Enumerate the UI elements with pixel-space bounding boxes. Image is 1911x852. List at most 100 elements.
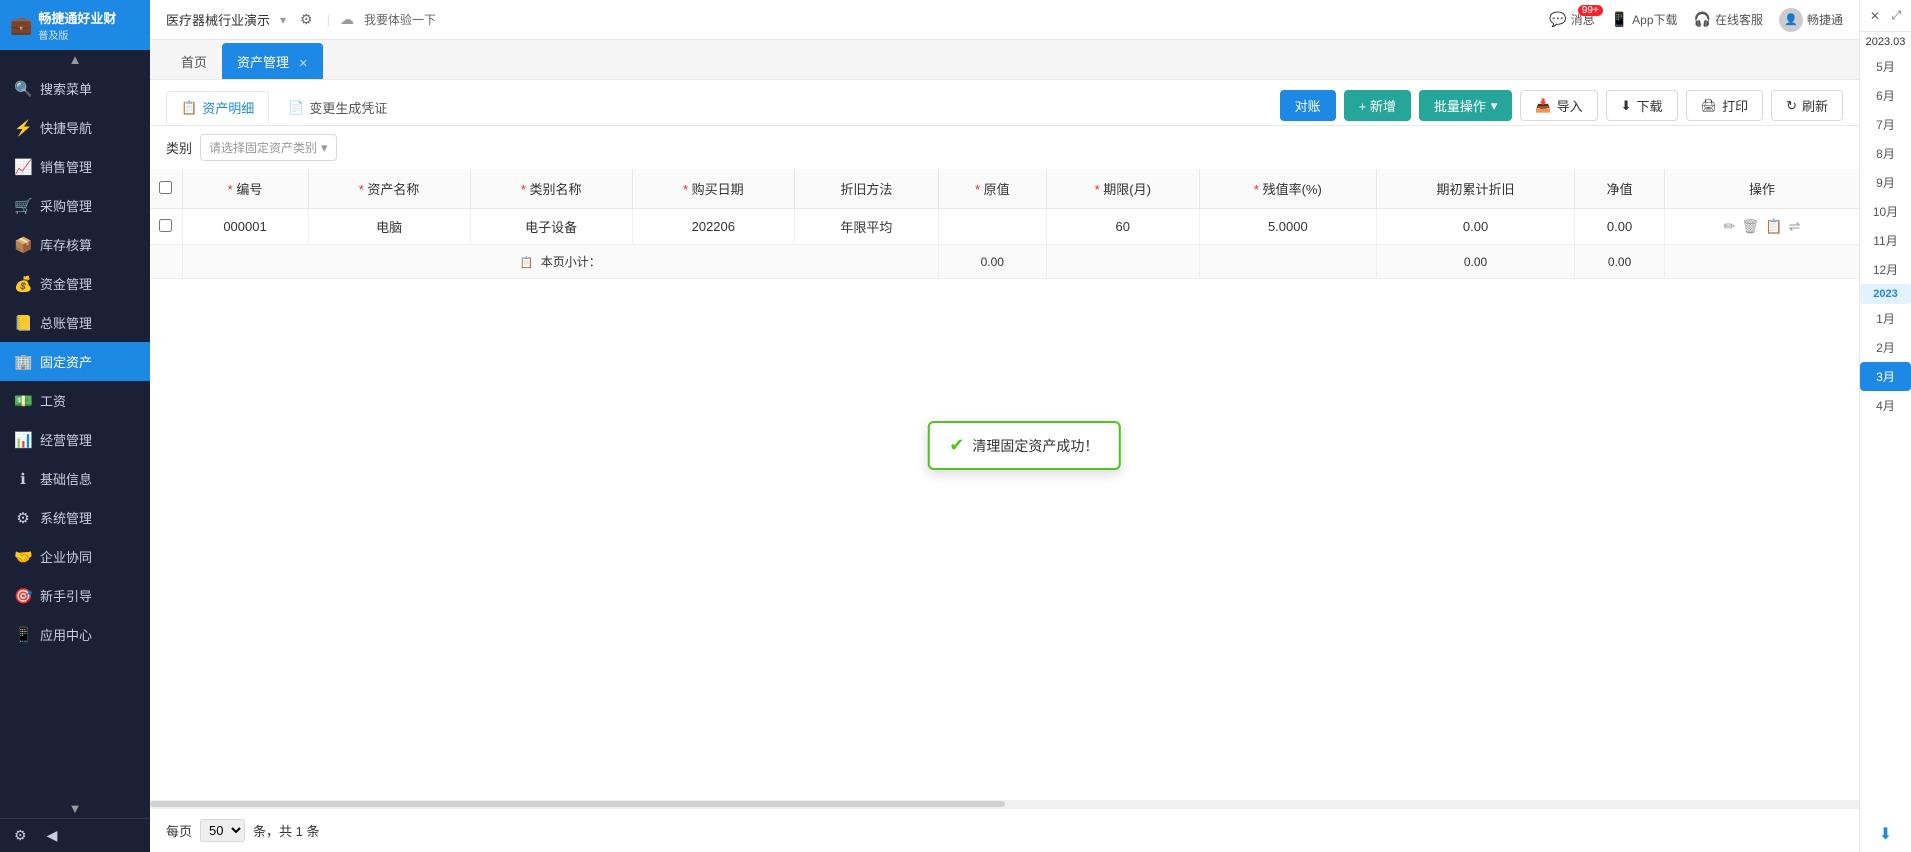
table-row: 000001 电脑 电子设备 202206 年限平均 60 5.0000 0.0…	[150, 209, 1859, 245]
app-download-label: App下载	[1632, 11, 1677, 28]
subtotal-row: 📋 本页小计： 0.00 0.00 0.00	[150, 245, 1859, 279]
sidebar-item-basic-info[interactable]: ℹ 基础信息	[0, 459, 150, 498]
app-download-icon: 📱	[1611, 11, 1628, 28]
row-checkbox[interactable]	[159, 219, 172, 232]
row-residual-rate: 5.0000	[1199, 209, 1376, 245]
sidebar-item-sales[interactable]: 📈 销售管理	[0, 147, 150, 186]
row-net-value: 0.00	[1575, 209, 1665, 245]
settings-icon[interactable]: ⚙	[14, 827, 27, 844]
collapse-sidebar-icon[interactable]: ◀	[47, 827, 58, 844]
month-10[interactable]: 10月	[1860, 197, 1911, 226]
topbar-gear-icon[interactable]: ⚙	[300, 11, 313, 28]
quick-nav-icon: ⚡	[14, 119, 32, 137]
subtotal-label: 本页小计：	[541, 255, 601, 269]
sidebar-item-label: 快捷导航	[40, 118, 92, 137]
online-service-button[interactable]: 🎧 在线客服	[1694, 11, 1763, 28]
subtab-change-voucher[interactable]: 📄 变更生成凭证	[273, 91, 402, 124]
sidebar-scroll-down[interactable]: ▼	[69, 801, 82, 816]
category-filter-select[interactable]: 请选择固定资产类别 ▾	[200, 134, 337, 161]
select-all-checkbox[interactable]	[159, 181, 172, 194]
right-panel-close-icon[interactable]: ✕	[1870, 9, 1880, 23]
sidebar-scroll-up[interactable]: ▲	[69, 52, 82, 67]
month-9[interactable]: 9月	[1860, 168, 1911, 197]
topbar-dropdown-arrow[interactable]: ▾	[280, 13, 286, 27]
batch-ops-button[interactable]: 批量操作 ▾	[1419, 90, 1513, 121]
refresh-button[interactable]: ↻ 刷新	[1771, 90, 1843, 121]
guide-icon: 🎯	[14, 587, 32, 605]
scroll-thumb[interactable]	[150, 801, 1005, 807]
month-5[interactable]: 5月	[1860, 52, 1911, 81]
month-7[interactable]: 7月	[1860, 110, 1911, 139]
sidebar-item-guide[interactable]: 🎯 新手引导	[0, 576, 150, 615]
per-page-select[interactable]: 50	[200, 819, 245, 842]
sidebar-item-quick-nav[interactable]: ⚡ 快捷导航	[0, 108, 150, 147]
subtotal-original-value: 0.00	[938, 245, 1046, 279]
more-icon[interactable]: ⇌	[1789, 218, 1801, 235]
username: 畅捷通	[1807, 11, 1843, 28]
reconcile-button[interactable]: 对账	[1280, 90, 1336, 121]
sidebar-item-inventory[interactable]: 📦 库存核算	[0, 225, 150, 264]
right-panel-expand-icon[interactable]: ⤢	[1892, 8, 1902, 23]
month-8[interactable]: 8月	[1860, 139, 1911, 168]
sidebar-item-operations[interactable]: 📊 经营管理	[0, 420, 150, 459]
success-toast: ✔ 清理固定资产成功！	[927, 421, 1120, 470]
toast-check-icon: ✔	[949, 435, 964, 456]
sidebar-item-system[interactable]: ⚙ 系统管理	[0, 498, 150, 537]
sidebar-item-finance[interactable]: 💰 资金管理	[0, 264, 150, 303]
import-button[interactable]: 📥 导入	[1520, 90, 1597, 121]
sidebar-item-search[interactable]: 🔍 搜索菜单	[0, 69, 150, 108]
sidebar-item-fixed-assets[interactable]: 🏢 固定资产	[0, 342, 150, 381]
sidebar-item-enterprise[interactable]: 🤝 企业协同	[0, 537, 150, 576]
tab-home[interactable]: 首页	[166, 43, 222, 79]
row-original-value	[938, 209, 1046, 245]
month-12[interactable]: 12月	[1860, 255, 1911, 284]
tab-asset-mgmt[interactable]: 资产管理 ✕	[222, 43, 323, 79]
ledger-icon: 📒	[14, 314, 32, 332]
month-11[interactable]: 11月	[1860, 226, 1911, 255]
horizontal-scrollbar[interactable]	[150, 800, 1859, 808]
select-all-header[interactable]	[150, 169, 182, 209]
sidebar-item-label: 销售管理	[40, 157, 92, 176]
delete-icon[interactable]: 🗑	[1741, 218, 1759, 235]
subtab-asset-detail[interactable]: 📋 资产明细	[166, 91, 269, 124]
download-button[interactable]: ⬇ 下载	[1606, 90, 1678, 121]
topbar-experience-label[interactable]: 我要体验一下	[364, 11, 436, 28]
app-download-button[interactable]: 📱 App下载	[1611, 11, 1678, 28]
sidebar: 💼 畅捷通好业财 普及版 ▲ 🔍 搜索菜单 ⚡ 快捷导航 📈 销售管理 🛒 采购…	[0, 0, 150, 852]
tab-close-icon[interactable]: ✕	[299, 58, 308, 70]
message-button[interactable]: 💬 消息 99+	[1549, 11, 1594, 28]
col-period: 期限(月)	[1046, 169, 1199, 209]
row-purchase-date: 202206	[632, 209, 794, 245]
sidebar-item-app-center[interactable]: 📱 应用中心	[0, 615, 150, 654]
secondary-filter-select[interactable]	[345, 144, 495, 152]
copy-icon[interactable]: 📋	[1765, 218, 1782, 235]
month-3[interactable]: 3月	[1860, 362, 1911, 391]
table-container: 编号 资产名称 类别名称 购买日期 折旧方法 原值 期限(月) 残值率(%) 期…	[150, 169, 1859, 800]
sidebar-item-label: 经营管理	[40, 430, 92, 449]
content-area: 📋 资产明细 📄 变更生成凭证 对账 + 新增 批量操作 ▾	[150, 80, 1859, 852]
import-label: 导入	[1557, 96, 1583, 115]
operations-icon: 📊	[14, 431, 32, 449]
download-icon: ⬇	[1621, 98, 1632, 114]
asset-detail-icon: 📋	[181, 100, 197, 116]
month-1[interactable]: 1月	[1860, 304, 1911, 333]
month-2[interactable]: 2月	[1860, 333, 1911, 362]
sidebar-item-ledger[interactable]: 📒 总账管理	[0, 303, 150, 342]
sidebar-item-purchase[interactable]: 🛒 采购管理	[0, 186, 150, 225]
user-avatar: 👤	[1779, 8, 1803, 32]
right-panel-year-month: 2023.03	[1860, 32, 1911, 52]
row-checkbox-cell[interactable]	[150, 209, 182, 245]
right-panel-header: ✕ ⤢	[1860, 0, 1911, 32]
sidebar-item-payroll[interactable]: 💵 工资	[0, 381, 150, 420]
col-actions: 操作	[1664, 169, 1859, 209]
month-4[interactable]: 4月	[1860, 391, 1911, 420]
right-panel-scroll-down-icon[interactable]: ⬇	[1879, 824, 1892, 844]
edit-icon[interactable]: ✏	[1724, 218, 1736, 235]
message-badge: 99+	[1578, 5, 1603, 16]
print-button[interactable]: 🖨 打印	[1686, 90, 1764, 121]
month-6[interactable]: 6月	[1860, 81, 1911, 110]
service-icon: 🎧	[1694, 11, 1711, 28]
add-button[interactable]: + 新增	[1344, 90, 1411, 121]
user-info[interactable]: 👤 畅捷通	[1779, 8, 1843, 32]
col-category: 类别名称	[470, 169, 632, 209]
